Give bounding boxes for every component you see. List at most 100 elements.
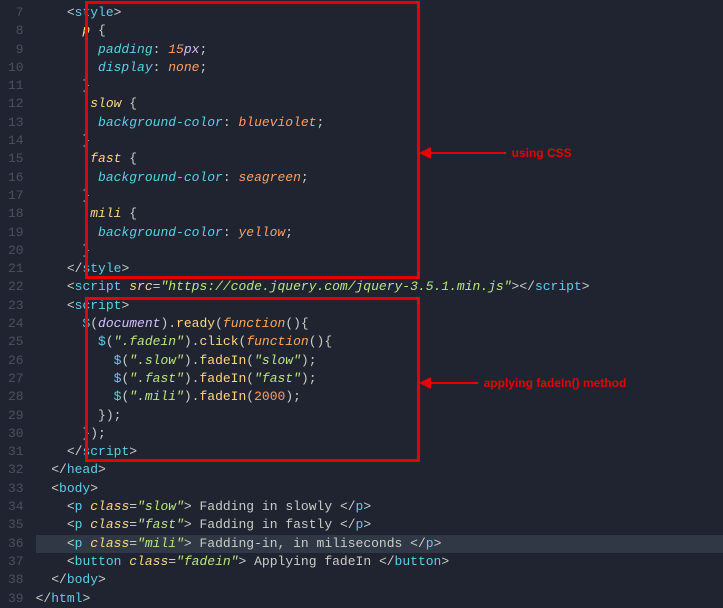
token-string: ".slow" <box>129 353 184 368</box>
token-punc: = <box>129 499 137 514</box>
token-tag: script <box>82 444 129 459</box>
line-number: 31 <box>8 443 24 461</box>
code-line[interactable]: <script src="https://code.jquery.com/jqu… <box>36 278 723 296</box>
token-kw: function <box>223 316 285 331</box>
token-text: Fadding in fastly <box>192 517 340 532</box>
code-line[interactable]: padding: 15px; <box>36 41 723 59</box>
code-line[interactable]: <p class="slow"> Fadding in slowly </p> <box>36 498 723 516</box>
token-punc: { <box>129 206 137 221</box>
code-line[interactable]: <p class="mili"> Fadding-in, in miliseco… <box>36 535 723 553</box>
token-punc: }); <box>98 408 121 423</box>
token-punc: > <box>98 572 106 587</box>
token-attr: src <box>129 279 152 294</box>
code-line[interactable]: } <box>36 187 723 205</box>
code-line[interactable]: <body> <box>36 480 723 498</box>
code-line[interactable]: $(".slow").fadeIn("slow"); <box>36 352 723 370</box>
token-punc: < <box>67 499 75 514</box>
token-punc: > <box>90 481 98 496</box>
code-line[interactable]: <button class="fadein"> Applying fadeIn … <box>36 553 723 571</box>
token-punc: < <box>67 279 75 294</box>
annotation-label-fadein: applying fadeIn() method <box>484 374 627 392</box>
token-punc: ( <box>246 371 254 386</box>
token-func: ready <box>176 316 215 331</box>
code-line[interactable]: } <box>36 132 723 150</box>
line-number: 21 <box>8 260 24 278</box>
token-attr: class <box>90 517 129 532</box>
line-number: 29 <box>8 407 24 425</box>
line-number: 13 <box>8 114 24 132</box>
line-number: 30 <box>8 425 24 443</box>
token-punc: </ <box>410 536 426 551</box>
token-punc: > <box>582 279 590 294</box>
code-line[interactable]: }); <box>36 425 723 443</box>
token-punc: : <box>153 42 169 57</box>
token-punc: > <box>98 462 106 477</box>
token-punc: </ <box>67 444 83 459</box>
code-line[interactable]: </body> <box>36 571 723 589</box>
token-string: ".fast" <box>129 371 184 386</box>
code-area[interactable]: <style> p { padding: 15px; display: none… <box>36 0 723 606</box>
token-punc: (){ <box>285 316 308 331</box>
line-number: 19 <box>8 224 24 242</box>
token-tag: button <box>75 554 130 569</box>
token-punc: } <box>82 133 90 148</box>
token-punc: : <box>223 115 239 130</box>
token-punc: > <box>129 444 137 459</box>
token-value: seagreen <box>238 170 300 185</box>
code-line[interactable]: $(document).ready(function(){ <box>36 315 723 333</box>
line-number: 32 <box>8 461 24 479</box>
token-string: "slow" <box>137 499 184 514</box>
line-number: 9 <box>8 41 24 59</box>
code-line[interactable]: <p class="fast"> Fadding in fastly </p> <box>36 516 723 534</box>
line-number: 26 <box>8 352 24 370</box>
line-number: 39 <box>8 590 24 608</box>
token-jq: $ <box>98 334 106 349</box>
line-number: 28 <box>8 388 24 406</box>
token-punc: < <box>67 554 75 569</box>
token-tag: p <box>426 536 434 551</box>
code-line[interactable]: p { <box>36 22 723 40</box>
token-prop: display <box>98 60 153 75</box>
token-attr: class <box>90 499 129 514</box>
token-tag: html <box>51 591 82 606</box>
line-number: 18 <box>8 205 24 223</box>
code-line[interactable]: $(".fadein").click(function(){ <box>36 333 723 351</box>
code-line[interactable]: .mili { <box>36 205 723 223</box>
line-number: 14 <box>8 132 24 150</box>
token-punc: </ <box>379 554 395 569</box>
code-line[interactable]: .fast { <box>36 150 723 168</box>
token-punc: ; <box>316 115 324 130</box>
token-text: Applying fadeIn <box>246 554 379 569</box>
code-line[interactable]: background-color: yellow; <box>36 224 723 242</box>
code-line[interactable]: </style> <box>36 260 723 278</box>
code-line[interactable]: <script> <box>36 297 723 315</box>
token-selector: .slow <box>82 96 129 111</box>
annotation-arrow-fadein: applying fadeIn() method <box>419 374 627 392</box>
token-punc: (){ <box>309 334 332 349</box>
token-punc: > <box>121 298 129 313</box>
code-line[interactable]: <style> <box>36 4 723 22</box>
code-line[interactable]: .slow { <box>36 95 723 113</box>
code-line[interactable]: }); <box>36 407 723 425</box>
code-editor[interactable]: 7891011121314151617181920212223242526272… <box>0 0 723 606</box>
code-line[interactable]: background-color: blueviolet; <box>36 114 723 132</box>
token-punc: > <box>121 261 129 276</box>
token-tag: body <box>59 481 90 496</box>
token-punc: : <box>153 60 169 75</box>
code-line[interactable]: } <box>36 242 723 260</box>
line-number: 16 <box>8 169 24 187</box>
line-number: 10 <box>8 59 24 77</box>
code-line[interactable]: display: none; <box>36 59 723 77</box>
code-line[interactable]: } <box>36 77 723 95</box>
code-line[interactable]: background-color: seagreen; <box>36 169 723 187</box>
code-line[interactable]: </script> <box>36 443 723 461</box>
token-punc: > <box>184 517 192 532</box>
token-punc: ). <box>160 316 176 331</box>
code-line[interactable]: </head> <box>36 461 723 479</box>
token-attr: class <box>90 536 129 551</box>
token-selector: p <box>82 23 98 38</box>
token-punc: ). <box>184 389 200 404</box>
code-line[interactable]: </html> <box>36 590 723 608</box>
arrow-head-icon <box>419 377 431 389</box>
token-punc: ); <box>301 371 317 386</box>
